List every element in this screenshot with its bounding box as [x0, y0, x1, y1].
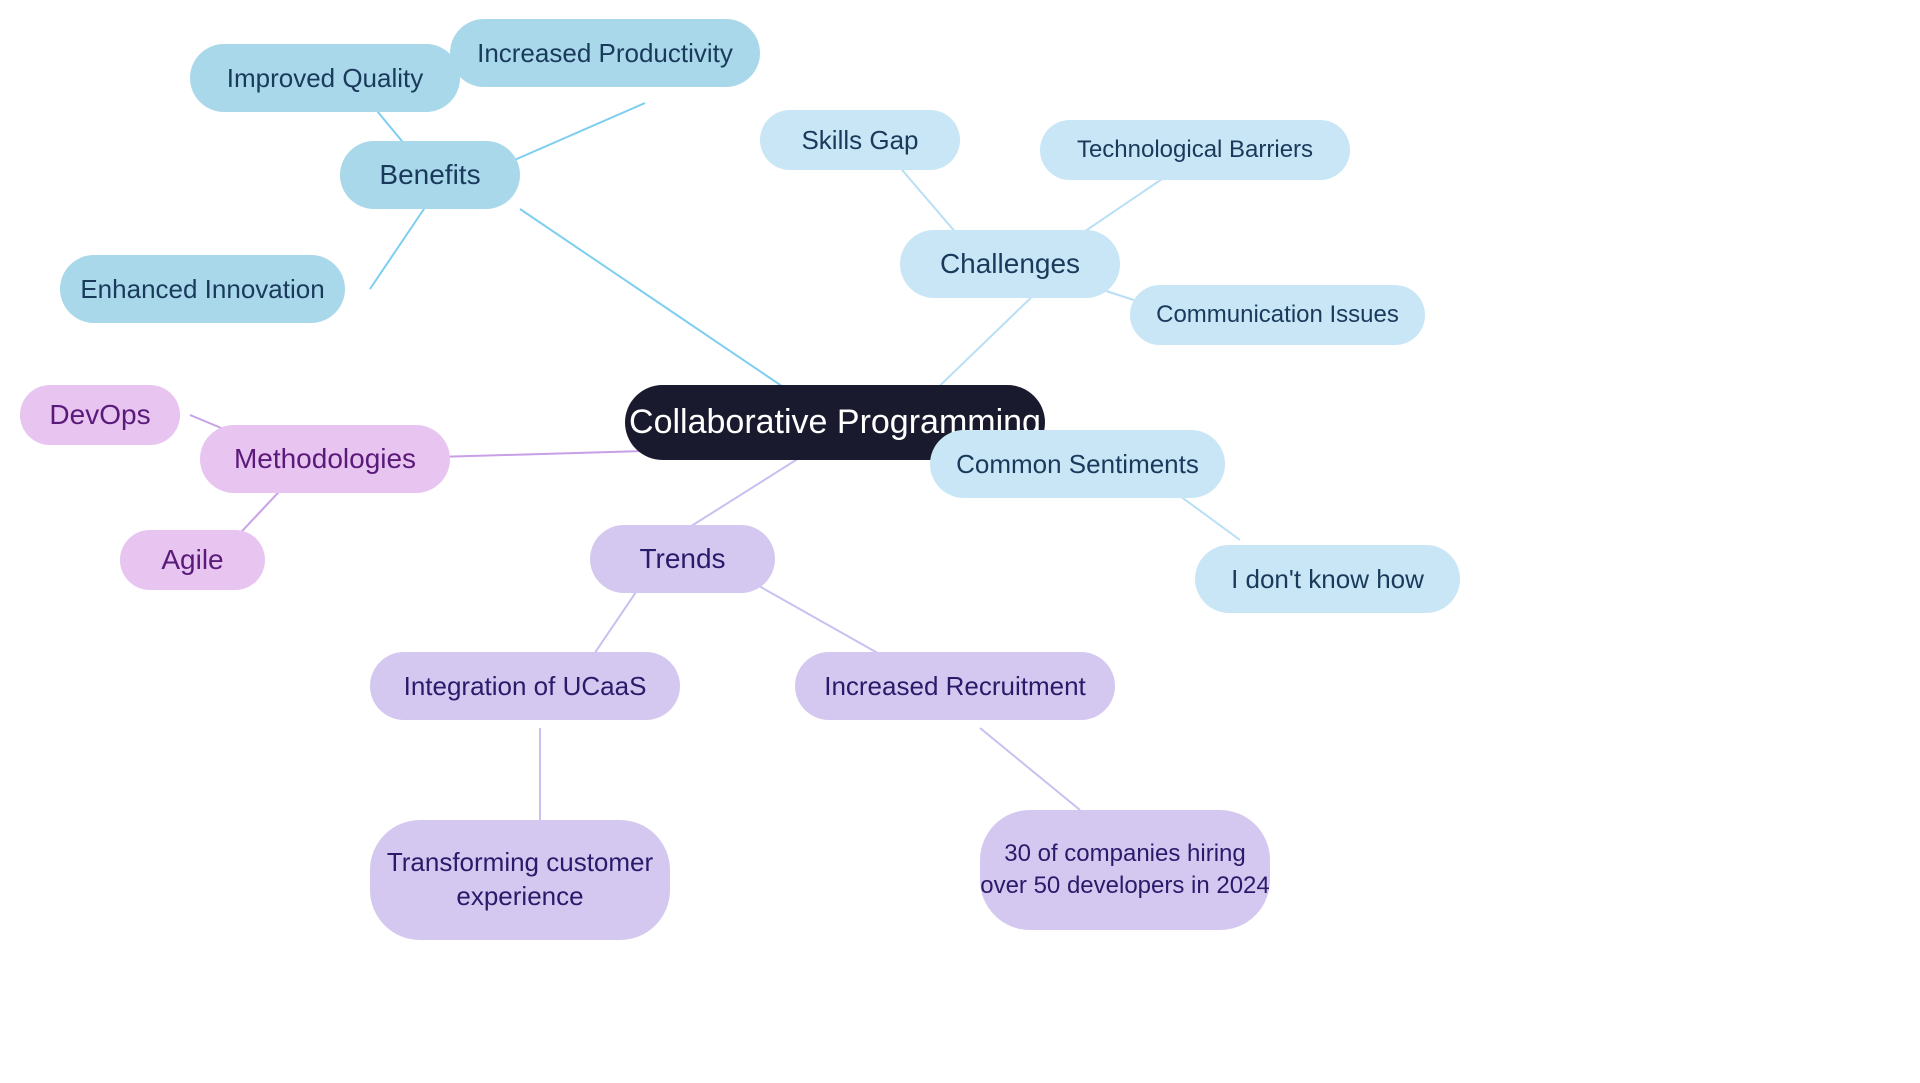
i-dont-know-node[interactable]: I don't know how [1195, 545, 1460, 613]
common-sentiments-node[interactable]: Common Sentiments [930, 430, 1225, 498]
technological-barriers-node[interactable]: Technological Barriers [1040, 120, 1350, 180]
skills-gap-node[interactable]: Skills Gap [760, 110, 960, 170]
trends-node[interactable]: Trends [590, 525, 775, 593]
methodologies-node[interactable]: Methodologies [200, 425, 450, 493]
integration-ucaas-node[interactable]: Integration of UCaaS [370, 652, 680, 720]
challenges-node[interactable]: Challenges [900, 230, 1120, 298]
improved-quality-node[interactable]: Improved Quality [190, 44, 460, 112]
devops-node[interactable]: DevOps [20, 385, 180, 445]
agile-node[interactable]: Agile [120, 530, 265, 590]
increased-productivity-node[interactable]: Increased Productivity [450, 19, 760, 87]
communication-issues-node[interactable]: Communication Issues [1130, 285, 1425, 345]
thirty-companies-node[interactable]: 30 of companies hiring over 50 developer… [980, 810, 1270, 930]
enhanced-innovation-node[interactable]: Enhanced Innovation [60, 255, 345, 323]
transforming-node[interactable]: Transforming customer experience [370, 820, 670, 940]
benefits-node[interactable]: Benefits [340, 141, 520, 209]
increased-recruitment-node[interactable]: Increased Recruitment [795, 652, 1115, 720]
